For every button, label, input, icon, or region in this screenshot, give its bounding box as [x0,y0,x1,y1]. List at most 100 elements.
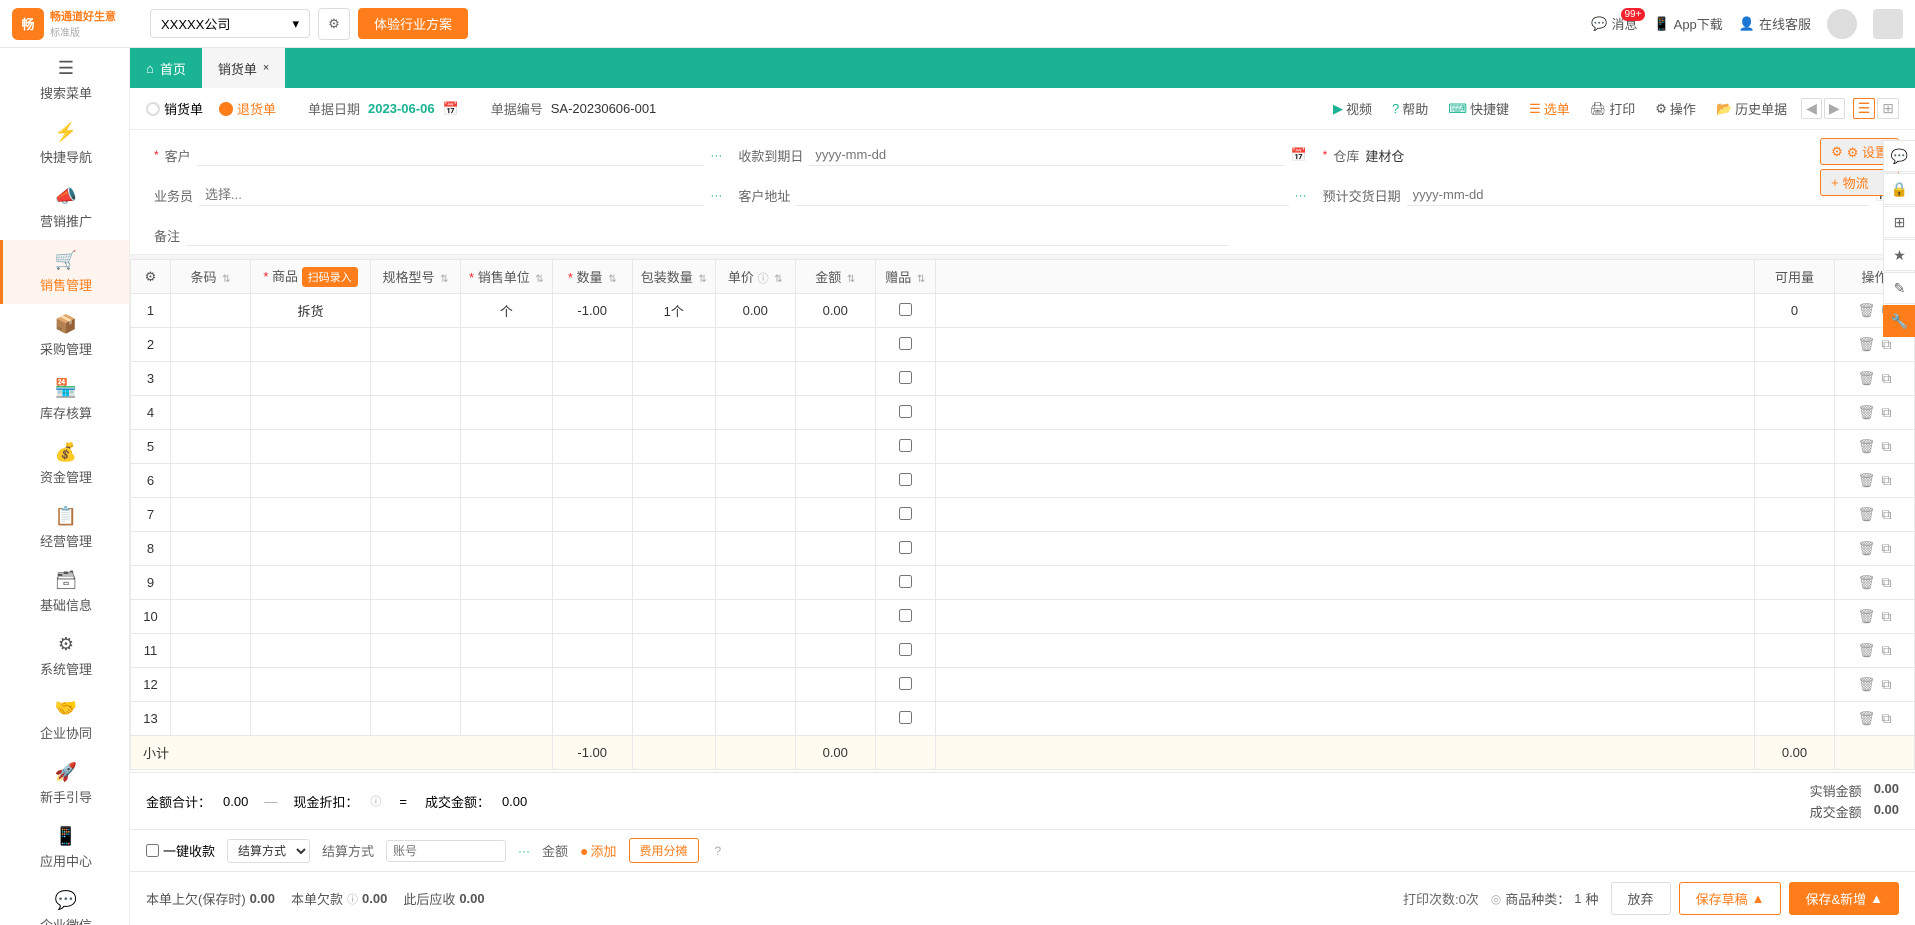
right-btn-1[interactable]: 💬 [1883,140,1915,172]
sidebar-item-guide[interactable]: 🚀 新手引导 [0,752,129,816]
row-spec[interactable] [371,634,461,668]
row-unit[interactable] [461,668,553,702]
prev-arrow[interactable]: ◀ [1801,98,1822,119]
row-spec[interactable] [371,566,461,600]
sort-icon-price[interactable]: ⇅ [774,274,782,285]
row-qty[interactable] [552,362,632,396]
sort-icon-spec[interactable]: ⇅ [440,274,448,285]
row-product[interactable] [251,634,371,668]
row-amount[interactable] [795,396,875,430]
sidebar-item-finance[interactable]: 💰 资金管理 [0,432,129,496]
copy-icon[interactable]: ⧉ [1881,608,1891,625]
row-price[interactable] [715,668,795,702]
delete-icon[interactable]: 🗑 [1858,642,1876,659]
row-gift[interactable] [875,396,935,430]
row-qty[interactable] [552,532,632,566]
copy-icon[interactable]: ⧉ [1881,710,1891,727]
row-product[interactable] [251,328,371,362]
row-barcode[interactable] [171,396,251,430]
row-qty[interactable] [552,566,632,600]
account-input[interactable] [386,840,506,862]
grid-view-button[interactable]: ⊞ [1877,98,1899,119]
row-unit[interactable] [461,532,553,566]
remark-input[interactable] [186,224,1228,246]
row-barcode[interactable] [171,668,251,702]
sidebar-item-quicknav[interactable]: ⚡ 快捷导航 [0,112,129,176]
row-product[interactable] [251,430,371,464]
right-btn-4[interactable]: ★ [1883,239,1915,271]
row-qty[interactable] [552,702,632,736]
tab-sales-order[interactable]: 销货单 × [202,48,285,88]
row-spec[interactable] [371,600,461,634]
help-button[interactable]: ? 帮助 [1386,96,1434,121]
row-spec[interactable] [371,328,461,362]
row-qty[interactable] [552,634,632,668]
settings-gear-button[interactable]: ⚙ [318,8,350,40]
row-unit[interactable] [461,430,553,464]
payment-method-select[interactable]: 结算方式 [227,839,310,863]
row-spec[interactable] [371,532,461,566]
sort-icon-qty[interactable]: ⇅ [608,274,616,285]
sidebar-item-system[interactable]: ⚙ 系统管理 [0,624,129,688]
delete-icon[interactable]: 🗑 [1858,506,1876,523]
operation-button[interactable]: ⚙ 操作 [1649,96,1702,121]
row-price[interactable] [715,600,795,634]
row-gift[interactable] [875,634,935,668]
sort-icon-gift[interactable]: ⇅ [917,274,925,285]
message-button[interactable]: 💬 消息 99+ [1591,14,1637,33]
row-barcode[interactable] [171,430,251,464]
sidebar-item-collab[interactable]: 🤝 企业协同 [0,688,129,752]
row-unit[interactable] [461,600,553,634]
row-pkgqty[interactable] [632,362,715,396]
one-click-payment-checkbox[interactable]: 一键收款 [146,841,215,860]
row-pkgqty[interactable] [632,634,715,668]
fee-split-button[interactable]: 费用分摊 [629,838,699,863]
copy-icon[interactable]: ⧉ [1881,506,1891,523]
row-product[interactable] [251,702,371,736]
delete-icon[interactable]: 🗑 [1858,438,1876,455]
customer-addr-input[interactable] [796,184,1288,206]
row-price[interactable] [715,498,795,532]
copy-icon[interactable]: ⧉ [1881,642,1891,659]
save-new-button[interactable]: 保存&新增 ▲ [1789,882,1899,915]
row-pkgqty[interactable] [632,566,715,600]
row-qty[interactable] [552,498,632,532]
overdue-info-icon[interactable]: ⓘ [347,891,358,907]
payment-date-input[interactable] [809,144,1284,166]
row-product[interactable] [251,566,371,600]
sidebar-item-sales[interactable]: 🛒 销售管理 [0,240,129,304]
tab-close-icon[interactable]: × [263,62,269,74]
row-price[interactable] [715,634,795,668]
row-pkgqty[interactable] [632,464,715,498]
row-product[interactable] [251,464,371,498]
row-unit[interactable] [461,498,553,532]
row-barcode[interactable] [171,566,251,600]
right-btn-3[interactable]: ⊞ [1883,206,1915,238]
salesperson-dotted-link[interactable]: ··· [710,188,722,202]
delete-icon[interactable]: 🗑 [1858,540,1876,557]
addr-dotted-link[interactable]: ··· [1295,188,1307,202]
th-settings[interactable]: ⚙ [131,260,171,294]
row-pkgqty[interactable] [632,600,715,634]
discount-info-icon[interactable]: ⓘ [370,793,381,809]
row-gift[interactable] [875,430,935,464]
row-amount[interactable] [795,498,875,532]
sort-icon-amount[interactable]: ⇅ [847,274,855,285]
row-gift[interactable] [875,566,935,600]
row-price[interactable] [715,566,795,600]
one-click-checkbox[interactable] [146,844,159,857]
video-button[interactable]: ▶ 视频 [1327,96,1378,121]
row-amount[interactable] [795,328,875,362]
select-order-button[interactable]: ☰ 选单 [1523,96,1576,121]
user-menu-button[interactable] [1873,9,1903,39]
copy-icon[interactable]: ⧉ [1881,574,1891,591]
user-avatar[interactable] [1827,9,1857,39]
app-download-button[interactable]: 📱 App下载 [1653,14,1722,33]
row-unit[interactable]: 个 [461,294,553,328]
row-spec[interactable] [371,396,461,430]
expected-date-input[interactable] [1407,184,1869,206]
row-gift[interactable] [875,702,935,736]
row-gift[interactable] [875,668,935,702]
trial-button[interactable]: 体验行业方案 [358,8,468,39]
sort-icon-unit[interactable]: ⇅ [535,274,543,285]
